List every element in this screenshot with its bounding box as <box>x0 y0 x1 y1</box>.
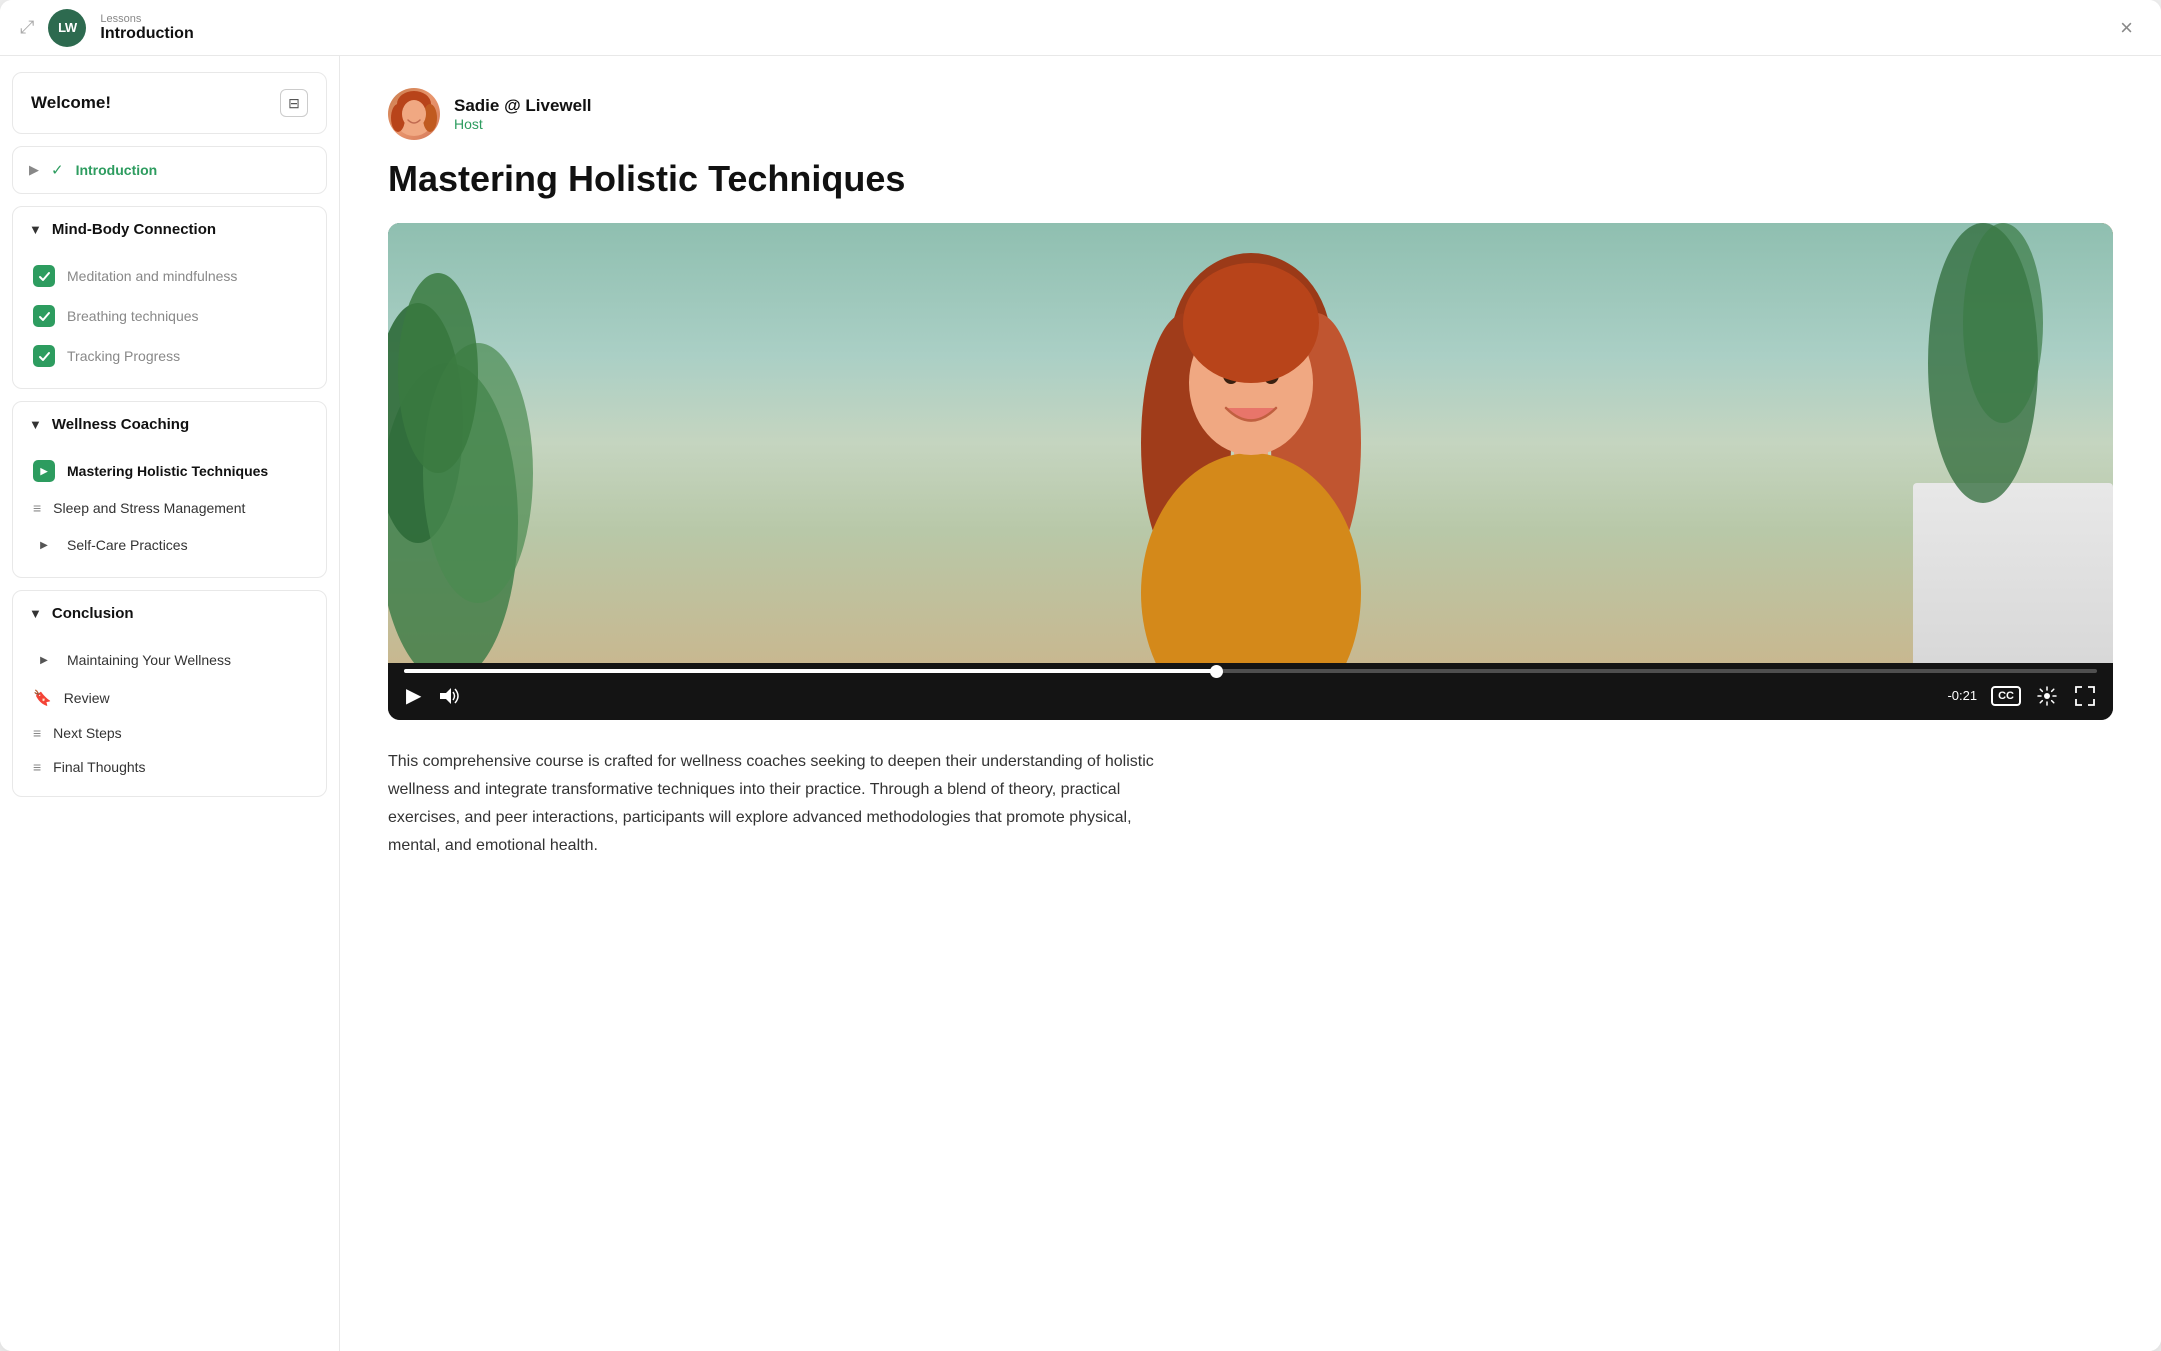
selfcare-label: Self-Care Practices <box>67 537 188 553</box>
list-item[interactable]: ≡ Final Thoughts <box>13 750 326 784</box>
lines-icon: ≡ <box>33 759 41 775</box>
logo-icon: LW <box>48 9 86 47</box>
play-outline-icon: ▶ <box>33 534 55 556</box>
main-layout: Welcome! ⊟ ▶ ✓ Introduction ▼ Mind-Body … <box>0 56 2161 1351</box>
video-scene <box>388 223 2113 663</box>
host-name: Sadie @ Livewell <box>454 96 592 116</box>
list-item[interactable]: ≡ Next Steps <box>13 716 326 750</box>
mind-body-label: Mind-Body Connection <box>52 221 216 238</box>
lines-icon: ≡ <box>33 500 41 516</box>
conclusion-label: Conclusion <box>52 605 134 622</box>
list-item[interactable]: Tracking Progress <box>13 336 326 376</box>
sidebar-collapse-button[interactable]: ⊟ <box>280 89 308 117</box>
video-progress-bar[interactable] <box>404 669 2097 673</box>
title-bar: ⤢ LW Lessons Introduction × <box>0 0 2161 56</box>
conclusion-section-header[interactable]: ▼ Conclusion <box>13 591 326 636</box>
conclusion-items: ▶ Maintaining Your Wellness 🔖 Review ≡ N… <box>13 636 326 796</box>
list-item[interactable]: ▶ Maintaining Your Wellness <box>13 640 326 680</box>
person-figure <box>1051 223 1451 663</box>
avatar <box>388 88 440 140</box>
course-title: Mastering Holistic Techniques <box>388 158 2113 199</box>
cc-button[interactable]: CC <box>1991 686 2021 706</box>
wellness-chevron-icon: ▼ <box>29 417 42 432</box>
list-item[interactable]: ▶ Self-Care Practices <box>13 525 326 565</box>
sidebar-section-mind-body: ▼ Mind-Body Connection Meditation and mi… <box>12 206 327 389</box>
settings-button[interactable] <box>2035 684 2059 708</box>
host-role: Host <box>454 116 592 132</box>
check-icon <box>33 305 55 327</box>
close-button[interactable]: × <box>2112 11 2141 45</box>
background-dresser <box>1913 483 2113 663</box>
play-outline-icon: ▶ <box>33 649 55 671</box>
volume-button[interactable] <box>437 685 463 707</box>
content-area: Sadie @ Livewell Host Mastering Holistic… <box>340 56 2161 1351</box>
list-item[interactable]: Meditation and mindfulness <box>13 256 326 296</box>
resize-icon: ⤢ <box>20 17 34 38</box>
title-bar-titles: Lessons Introduction <box>100 13 193 43</box>
list-item[interactable]: 🔖 Review <box>13 680 326 716</box>
progress-dot <box>1210 665 1223 678</box>
maintaining-label: Maintaining Your Wellness <box>67 652 231 668</box>
video-thumbnail <box>388 223 2113 663</box>
current-lesson-title: Introduction <box>100 25 193 43</box>
sidebar: Welcome! ⊟ ▶ ✓ Introduction ▼ Mind-Body … <box>0 56 340 1351</box>
meditation-label: Meditation and mindfulness <box>67 268 237 284</box>
mastering-label: Mastering Holistic Techniques <box>67 463 268 479</box>
wellness-label: Wellness Coaching <box>52 416 189 433</box>
intro-check-icon: ✓ <box>51 161 64 179</box>
sleep-label: Sleep and Stress Management <box>53 500 245 516</box>
plant-left <box>388 223 588 663</box>
lessons-label: Lessons <box>100 13 193 25</box>
check-icon <box>33 265 55 287</box>
intro-chevron-icon: ▶ <box>29 162 39 178</box>
course-description: This comprehensive course is crafted for… <box>388 748 1168 860</box>
list-item[interactable]: ≡ Sleep and Stress Management <box>13 491 326 525</box>
host-row: Sadie @ Livewell Host <box>388 88 2113 140</box>
sidebar-section-wellness-coaching: ▼ Wellness Coaching Mastering Holistic T… <box>12 401 327 578</box>
mind-body-chevron-icon: ▼ <box>29 222 42 237</box>
breathing-label: Breathing techniques <box>67 308 199 324</box>
lines-icon: ≡ <box>33 725 41 741</box>
video-player: ▶ -0:21 CC <box>388 223 2113 720</box>
play-button[interactable]: ▶ <box>404 681 423 710</box>
wellness-items: Mastering Holistic Techniques ≡ Sleep an… <box>13 447 326 577</box>
welcome-label: Welcome! <box>31 93 111 113</box>
sidebar-section-introduction: ▶ ✓ Introduction <box>12 146 327 194</box>
video-progress-bar-container <box>388 663 2113 673</box>
title-bar-left: ⤢ LW Lessons Introduction <box>20 9 194 47</box>
time-display: -0:21 <box>1947 688 1977 703</box>
mind-body-section-header[interactable]: ▼ Mind-Body Connection <box>13 207 326 252</box>
check-icon <box>33 345 55 367</box>
wellness-section-header[interactable]: ▼ Wellness Coaching <box>13 402 326 447</box>
list-item[interactable]: Mastering Holistic Techniques <box>13 451 326 491</box>
video-controls: ▶ -0:21 CC <box>388 673 2113 720</box>
fullscreen-button[interactable] <box>2073 684 2097 708</box>
nextsteps-label: Next Steps <box>53 725 121 741</box>
plant-right <box>1913 223 2053 503</box>
mind-body-items: Meditation and mindfulness Breathing tec… <box>13 252 326 388</box>
app-window: ⤢ LW Lessons Introduction × Welcome! ⊟ ▶ <box>0 0 2161 1351</box>
introduction-label: Introduction <box>76 162 158 178</box>
sidebar-section-conclusion: ▼ Conclusion ▶ Maintaining Your Wellness… <box>12 590 327 797</box>
conclusion-chevron-icon: ▼ <box>29 606 42 621</box>
finalthoughts-label: Final Thoughts <box>53 759 145 775</box>
video-progress-fill <box>404 669 1217 673</box>
play-active-icon <box>33 460 55 482</box>
tracking-label: Tracking Progress <box>67 348 180 364</box>
list-item[interactable]: Breathing techniques <box>13 296 326 336</box>
review-label: Review <box>64 690 110 706</box>
introduction-item[interactable]: ▶ ✓ Introduction <box>13 147 326 193</box>
sidebar-welcome-header: Welcome! ⊟ <box>12 72 327 134</box>
host-info: Sadie @ Livewell Host <box>454 96 592 132</box>
bookmark-icon: 🔖 <box>33 689 52 707</box>
